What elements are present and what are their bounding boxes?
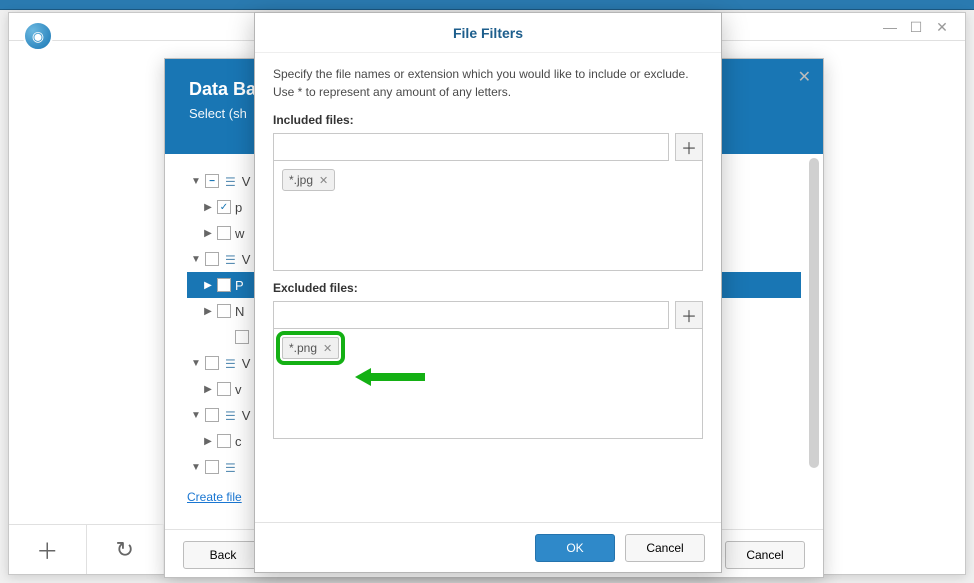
- tree-checkbox[interactable]: [205, 460, 219, 474]
- tree-checkbox[interactable]: [217, 304, 231, 318]
- expand-arrow-icon[interactable]: ▶: [203, 280, 213, 291]
- tree-checkbox[interactable]: [217, 382, 231, 396]
- scrollbar[interactable]: [809, 158, 819, 468]
- tree-item-label: P: [235, 278, 244, 293]
- tree-checkbox[interactable]: [205, 174, 219, 188]
- filter-tag[interactable]: *.png ✕: [282, 337, 339, 359]
- tree-item-label: V: [242, 356, 251, 371]
- expand-arrow-icon[interactable]: ▶: [203, 436, 213, 447]
- tree-checkbox[interactable]: [217, 200, 231, 214]
- expand-arrow-icon[interactable]: ▶: [203, 306, 213, 317]
- filter-tag-text: *.png: [289, 341, 317, 355]
- tree-item-label: c: [235, 434, 242, 449]
- tree-item-label: V: [242, 174, 251, 189]
- database-icon: [223, 356, 238, 371]
- create-file-filter-link[interactable]: Create file: [187, 490, 242, 504]
- included-files-label: Included files:: [273, 113, 703, 127]
- tree-item-label: v: [235, 382, 242, 397]
- expand-arrow-icon[interactable]: ▶: [203, 228, 213, 239]
- app-logo-icon: ◉: [23, 21, 53, 51]
- dialog-cancel-button[interactable]: Cancel: [625, 534, 705, 562]
- expand-arrow-icon[interactable]: ▼: [191, 176, 201, 187]
- tree-checkbox[interactable]: [217, 434, 231, 448]
- database-icon: [223, 460, 238, 475]
- minimize-icon[interactable]: —: [879, 19, 901, 35]
- filter-tag-text: *.jpg: [289, 173, 313, 187]
- database-icon: [223, 174, 238, 189]
- tree-checkbox[interactable]: [205, 408, 219, 422]
- close-icon[interactable]: ✕: [931, 19, 953, 35]
- file-filters-dialog: File Filters Specify the file names or e…: [254, 12, 722, 573]
- database-icon: [223, 252, 238, 267]
- left-toolbar: ＋ ↻: [9, 524, 164, 574]
- dialog-description: Specify the file names or extension whic…: [273, 65, 703, 101]
- tree-checkbox[interactable]: [205, 252, 219, 266]
- tree-checkbox[interactable]: [217, 278, 231, 292]
- expand-arrow-icon[interactable]: ▶: [203, 202, 213, 213]
- wizard-close-icon[interactable]: ✕: [798, 67, 811, 87]
- add-task-icon[interactable]: ＋: [9, 525, 87, 574]
- tree-item-label: w: [235, 226, 244, 241]
- history-icon[interactable]: ↻: [87, 525, 165, 574]
- expand-arrow-icon[interactable]: ▼: [191, 462, 201, 473]
- included-files-input[interactable]: [273, 133, 669, 161]
- database-icon: [223, 408, 238, 423]
- dialog-title: File Filters: [255, 13, 721, 53]
- ok-button[interactable]: OK: [535, 534, 615, 562]
- tree-item-label: p: [235, 200, 242, 215]
- included-files-area: *.jpg ✕: [273, 161, 703, 271]
- add-included-button[interactable]: ＋: [675, 133, 703, 161]
- excluded-files-input[interactable]: [273, 301, 669, 329]
- tree-checkbox[interactable]: [205, 356, 219, 370]
- maximize-icon[interactable]: ☐: [905, 19, 927, 35]
- wizard-cancel-button[interactable]: Cancel: [725, 541, 805, 569]
- expand-arrow-icon[interactable]: ▶: [203, 384, 213, 395]
- dialog-body: Specify the file names or extension whic…: [255, 53, 721, 522]
- excluded-files-label: Excluded files:: [273, 281, 703, 295]
- back-button[interactable]: Back: [183, 541, 263, 569]
- tree-checkbox[interactable]: [217, 226, 231, 240]
- tree-item-label: V: [242, 252, 251, 267]
- filter-tag[interactable]: *.jpg ✕: [282, 169, 335, 191]
- expand-arrow-icon[interactable]: ▼: [191, 410, 201, 421]
- tree-checkbox[interactable]: [235, 330, 249, 344]
- tree-item-label: N: [235, 304, 244, 319]
- tree-item-label: V: [242, 408, 251, 423]
- excluded-files-area: *.png ✕: [273, 329, 703, 439]
- expand-arrow-icon[interactable]: ▼: [191, 254, 201, 265]
- remove-tag-icon[interactable]: ✕: [323, 342, 332, 355]
- dialog-footer: OK Cancel: [255, 522, 721, 572]
- remove-tag-icon[interactable]: ✕: [319, 174, 328, 187]
- add-excluded-button[interactable]: ＋: [675, 301, 703, 329]
- expand-arrow-icon[interactable]: ▼: [191, 358, 201, 369]
